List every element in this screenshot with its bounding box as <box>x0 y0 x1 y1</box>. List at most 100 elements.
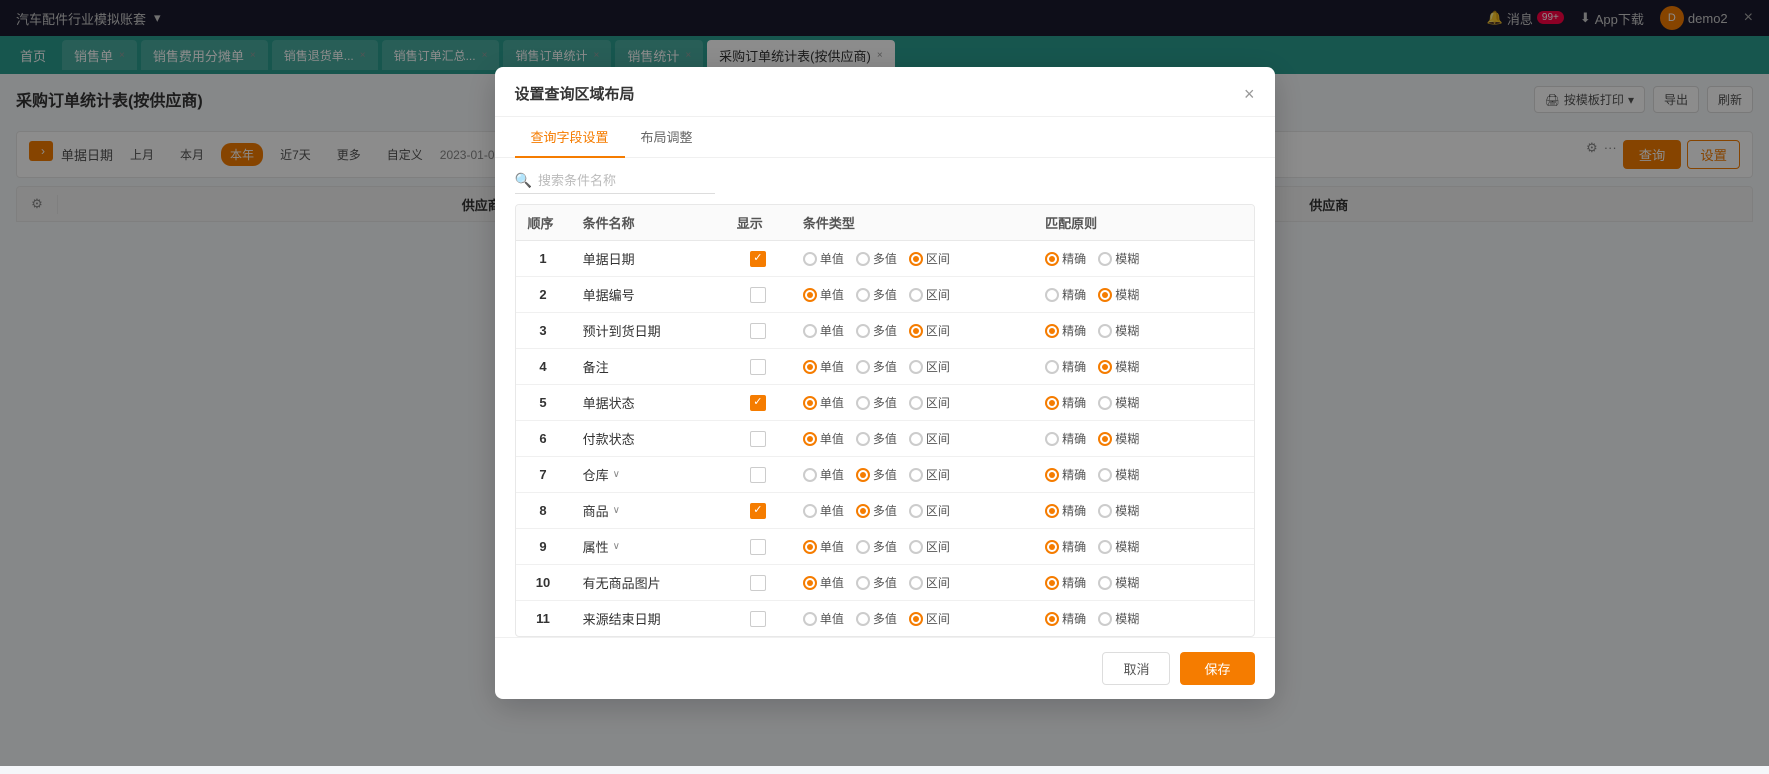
type-radio-circle-单值-10 <box>803 612 817 626</box>
type-radio-区间-7[interactable]: 区间 <box>909 502 950 519</box>
expand-icon[interactable]: ∨ <box>613 505 620 516</box>
match-radio-模糊-6[interactable]: 模糊 <box>1098 466 1139 483</box>
expand-icon[interactable]: ∨ <box>613 541 620 552</box>
checkbox-6[interactable] <box>750 467 766 483</box>
row-display-2[interactable] <box>725 313 791 349</box>
row-display-9[interactable] <box>725 565 791 601</box>
type-radio-多值-8[interactable]: 多值 <box>856 538 897 555</box>
row-display-3[interactable] <box>725 349 791 385</box>
checkbox-7[interactable] <box>750 503 766 519</box>
row-name-2: 预计到货日期 <box>571 313 725 349</box>
type-radio-区间-6[interactable]: 区间 <box>909 466 950 483</box>
type-radio-单值-7[interactable]: 单值 <box>803 502 844 519</box>
row-type-3: 单值多值区间 <box>791 349 1033 385</box>
match-radio-精确-8[interactable]: 精确 <box>1045 538 1086 555</box>
row-display-4[interactable] <box>725 385 791 421</box>
type-radio-label-单值-6: 单值 <box>820 466 844 483</box>
match-radio-模糊-3[interactable]: 模糊 <box>1098 358 1139 375</box>
dialog-close-button[interactable]: × <box>1244 85 1255 103</box>
row-match-9: 精确模糊 <box>1033 565 1253 601</box>
type-radio-单值-3[interactable]: 单值 <box>803 358 844 375</box>
type-radio-单值-1[interactable]: 单值 <box>803 286 844 303</box>
row-display-10[interactable] <box>725 601 791 637</box>
row-name-7: 商品∨ <box>571 493 725 529</box>
checkbox-8[interactable] <box>750 539 766 555</box>
match-radio-模糊-5[interactable]: 模糊 <box>1098 430 1139 447</box>
cancel-button[interactable]: 取消 <box>1102 652 1170 685</box>
type-radio-多值-4[interactable]: 多值 <box>856 394 897 411</box>
row-display-6[interactable] <box>725 457 791 493</box>
type-radio-多值-9[interactable]: 多值 <box>856 574 897 591</box>
match-radio-模糊-2[interactable]: 模糊 <box>1098 322 1139 339</box>
type-radio-多值-10[interactable]: 多值 <box>856 610 897 627</box>
match-radio-模糊-8[interactable]: 模糊 <box>1098 538 1139 555</box>
type-radio-区间-4[interactable]: 区间 <box>909 394 950 411</box>
match-radio-精确-2[interactable]: 精确 <box>1045 322 1086 339</box>
row-display-1[interactable] <box>725 277 791 313</box>
match-radio-模糊-4[interactable]: 模糊 <box>1098 394 1139 411</box>
type-radio-label-区间-10: 区间 <box>926 610 950 627</box>
type-radio-区间-9[interactable]: 区间 <box>909 574 950 591</box>
type-radio-多值-1[interactable]: 多值 <box>856 286 897 303</box>
type-radio-单值-10[interactable]: 单值 <box>803 610 844 627</box>
type-radio-label-单值-10: 单值 <box>820 610 844 627</box>
match-radio-模糊-0[interactable]: 模糊 <box>1098 250 1139 267</box>
checkbox-1[interactable] <box>750 287 766 303</box>
checkbox-10[interactable] <box>750 611 766 627</box>
type-radio-多值-7[interactable]: 多值 <box>856 502 897 519</box>
match-radio-模糊-10[interactable]: 模糊 <box>1098 610 1139 627</box>
type-radio-区间-2[interactable]: 区间 <box>909 322 950 339</box>
type-radio-区间-1[interactable]: 区间 <box>909 286 950 303</box>
type-radio-多值-0[interactable]: 多值 <box>856 250 897 267</box>
type-radio-多值-6[interactable]: 多值 <box>856 466 897 483</box>
row-display-0[interactable] <box>725 241 791 277</box>
checkbox-4[interactable] <box>750 395 766 411</box>
type-radio-单值-5[interactable]: 单值 <box>803 430 844 447</box>
type-radio-多值-2[interactable]: 多值 <box>856 322 897 339</box>
search-input[interactable] <box>538 173 698 188</box>
match-radio-模糊-9[interactable]: 模糊 <box>1098 574 1139 591</box>
checkbox-9[interactable] <box>750 575 766 591</box>
expand-icon[interactable]: ∨ <box>613 469 620 480</box>
match-radio-circle-模糊-0 <box>1098 252 1112 266</box>
match-radio-精确-4[interactable]: 精确 <box>1045 394 1086 411</box>
match-radio-circle-模糊-1 <box>1098 288 1112 302</box>
type-radio-单值-0[interactable]: 单值 <box>803 250 844 267</box>
type-radio-单值-8[interactable]: 单值 <box>803 538 844 555</box>
match-radio-精确-1[interactable]: 精确 <box>1045 286 1086 303</box>
match-radio-精确-3[interactable]: 精确 <box>1045 358 1086 375</box>
dialog-tab-query-fields[interactable]: 查询字段设置 <box>515 117 625 158</box>
table-row: 4备注单值多值区间精确模糊 <box>516 349 1254 385</box>
match-radio-精确-0[interactable]: 精确 <box>1045 250 1086 267</box>
type-radio-区间-5[interactable]: 区间 <box>909 430 950 447</box>
save-button[interactable]: 保存 <box>1180 652 1254 685</box>
row-display-5[interactable] <box>725 421 791 457</box>
checkbox-0[interactable] <box>750 251 766 267</box>
match-radio-模糊-1[interactable]: 模糊 <box>1098 286 1139 303</box>
match-radio-精确-7[interactable]: 精确 <box>1045 502 1086 519</box>
type-radio-区间-10[interactable]: 区间 <box>909 610 950 627</box>
type-radio-单值-2[interactable]: 单值 <box>803 322 844 339</box>
type-radio-单值-9[interactable]: 单值 <box>803 574 844 591</box>
type-radio-多值-3[interactable]: 多值 <box>856 358 897 375</box>
checkbox-3[interactable] <box>750 359 766 375</box>
match-radio-模糊-7[interactable]: 模糊 <box>1098 502 1139 519</box>
row-display-8[interactable] <box>725 529 791 565</box>
match-radio-精确-5[interactable]: 精确 <box>1045 430 1086 447</box>
match-radio-精确-9[interactable]: 精确 <box>1045 574 1086 591</box>
row-display-7[interactable] <box>725 493 791 529</box>
type-radio-单值-4[interactable]: 单值 <box>803 394 844 411</box>
type-radio-多值-5[interactable]: 多值 <box>856 430 897 447</box>
type-radio-区间-3[interactable]: 区间 <box>909 358 950 375</box>
checkbox-5[interactable] <box>750 431 766 447</box>
type-radio-circle-多值-6 <box>856 468 870 482</box>
match-radio-精确-6[interactable]: 精确 <box>1045 466 1086 483</box>
dialog-tab-layout[interactable]: 布局调整 <box>625 117 709 158</box>
row-type-0: 单值多值区间 <box>791 241 1033 277</box>
type-radio-区间-0[interactable]: 区间 <box>909 250 950 267</box>
type-radio-单值-6[interactable]: 单值 <box>803 466 844 483</box>
checkbox-2[interactable] <box>750 323 766 339</box>
type-radio-区间-8[interactable]: 区间 <box>909 538 950 555</box>
match-radio-精确-10[interactable]: 精确 <box>1045 610 1086 627</box>
type-radio-circle-多值-7 <box>856 504 870 518</box>
